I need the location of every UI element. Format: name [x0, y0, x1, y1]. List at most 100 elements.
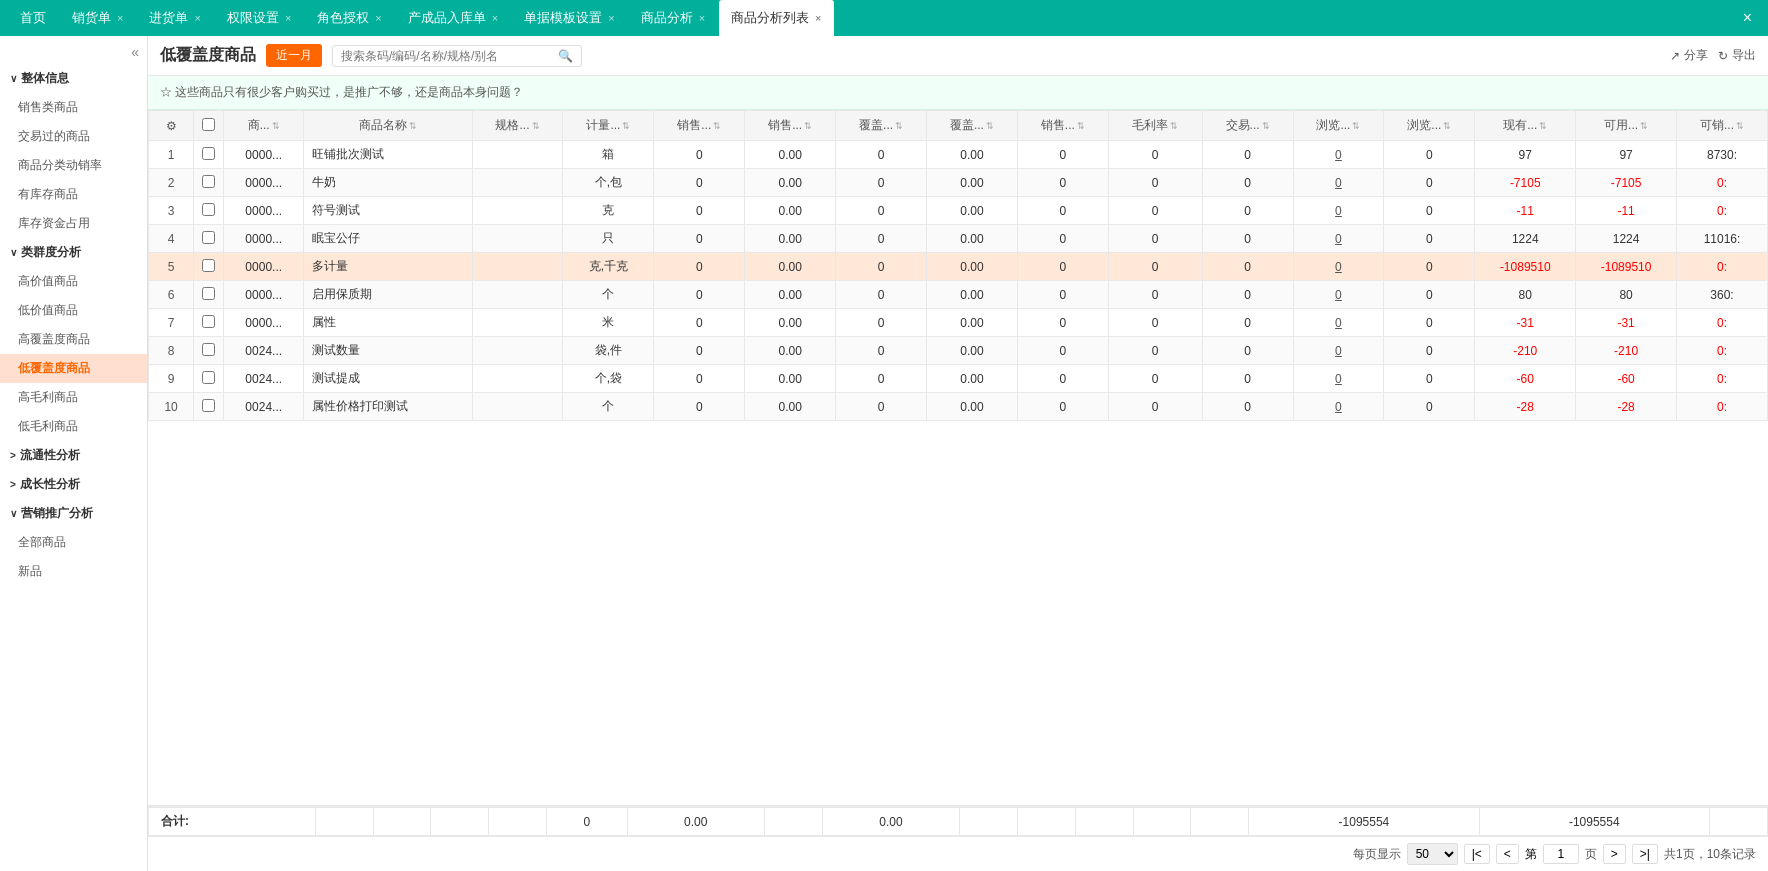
page-number-input[interactable] [1543, 844, 1579, 864]
nav-item-单据模板设置[interactable]: 单据模板设置× [512, 0, 626, 36]
col-unit[interactable]: 计量...⇅ [563, 111, 654, 141]
nav-close-icon[interactable]: × [194, 12, 200, 24]
nav-close-icon[interactable]: × [699, 12, 705, 24]
row-checkbox[interactable] [194, 169, 224, 197]
sidebar-collapse-btn[interactable]: « [0, 40, 147, 64]
row-browse1[interactable]: 0 [1293, 365, 1384, 393]
row-checkbox[interactable] [194, 309, 224, 337]
row-checkbox[interactable] [194, 281, 224, 309]
col-sales3[interactable]: 销售...⇅ [1017, 111, 1108, 141]
browse-link[interactable]: 0 [1335, 260, 1342, 274]
nav-close-icon[interactable]: × [815, 12, 821, 24]
sidebar-item-低价值商品[interactable]: 低价值商品 [0, 296, 147, 325]
row-checkbox[interactable] [194, 337, 224, 365]
col-saleable[interactable]: 可销...⇅ [1677, 111, 1768, 141]
row-select-checkbox[interactable] [202, 147, 215, 160]
sidebar-section-营销推广分析[interactable]: ∨营销推广分析 [0, 499, 147, 528]
nav-item-销货单[interactable]: 销货单× [60, 0, 135, 36]
row-select-checkbox[interactable] [202, 175, 215, 188]
row-browse1[interactable]: 0 [1293, 281, 1384, 309]
next-page-btn[interactable]: > [1603, 844, 1626, 864]
search-icon[interactable]: 🔍 [558, 49, 573, 63]
sidebar-section-成长性分析[interactable]: >成长性分析 [0, 470, 147, 499]
search-input[interactable] [341, 49, 558, 63]
col-sales2[interactable]: 销售...⇅ [745, 111, 836, 141]
browse-link[interactable]: 0 [1335, 204, 1342, 218]
col-margin[interactable]: 毛利率⇅ [1108, 111, 1202, 141]
sidebar-item-全部商品[interactable]: 全部商品 [0, 528, 147, 557]
first-page-btn[interactable]: |< [1464, 844, 1490, 864]
browse-link[interactable]: 0 [1335, 288, 1342, 302]
row-browse1[interactable]: 0 [1293, 337, 1384, 365]
col-settings[interactable]: ⚙ [149, 111, 194, 141]
col-available[interactable]: 可用...⇅ [1576, 111, 1677, 141]
row-browse1[interactable]: 0 [1293, 197, 1384, 225]
nav-close-all-btn[interactable]: × [1735, 9, 1760, 27]
nav-item-角色授权[interactable]: 角色授权× [305, 0, 393, 36]
browse-link[interactable]: 0 [1335, 344, 1342, 358]
browse-link[interactable]: 0 [1335, 316, 1342, 330]
time-filter-btn[interactable]: 近一月 [266, 44, 322, 67]
col-cover2[interactable]: 覆盖...⇅ [927, 111, 1018, 141]
last-page-btn[interactable]: >| [1632, 844, 1658, 864]
browse-link[interactable]: 0 [1335, 148, 1342, 162]
browse-link[interactable]: 0 [1335, 232, 1342, 246]
sidebar-item-高覆盖度商品[interactable]: 高覆盖度商品 [0, 325, 147, 354]
nav-close-icon[interactable]: × [608, 12, 614, 24]
row-select-checkbox[interactable] [202, 259, 215, 272]
nav-item-商品分析列表[interactable]: 商品分析列表× [719, 0, 833, 36]
browse-link[interactable]: 0 [1335, 372, 1342, 386]
row-select-checkbox[interactable] [202, 343, 215, 356]
sidebar-item-商品分类动销率[interactable]: 商品分类动销率 [0, 151, 147, 180]
select-all-checkbox[interactable] [202, 118, 215, 131]
row-checkbox[interactable] [194, 365, 224, 393]
sidebar-item-交易过的商品[interactable]: 交易过的商品 [0, 122, 147, 151]
col-browse1[interactable]: 浏览...⇅ [1293, 111, 1384, 141]
row-browse1[interactable]: 0 [1293, 309, 1384, 337]
row-select-checkbox[interactable] [202, 287, 215, 300]
sidebar-item-新品[interactable]: 新品 [0, 557, 147, 586]
share-btn[interactable]: ↗ 分享 [1670, 47, 1708, 64]
row-browse1[interactable]: 0 [1293, 225, 1384, 253]
row-checkbox[interactable] [194, 393, 224, 421]
sidebar-item-库存资金占用[interactable]: 库存资金占用 [0, 209, 147, 238]
row-checkbox[interactable] [194, 225, 224, 253]
browse-link[interactable]: 0 [1335, 176, 1342, 190]
nav-item-产成品入库单[interactable]: 产成品入库单× [396, 0, 510, 36]
nav-close-icon[interactable]: × [492, 12, 498, 24]
sidebar-section-类群度分析[interactable]: ∨类群度分析 [0, 238, 147, 267]
col-name[interactable]: 商品名称⇅ [304, 111, 472, 141]
col-trade[interactable]: 交易...⇅ [1202, 111, 1293, 141]
sidebar-item-有库存商品[interactable]: 有库存商品 [0, 180, 147, 209]
nav-close-icon[interactable]: × [285, 12, 291, 24]
row-checkbox[interactable] [194, 197, 224, 225]
row-select-checkbox[interactable] [202, 371, 215, 384]
col-spec[interactable]: 规格...⇅ [472, 111, 563, 141]
row-browse1[interactable]: 0 [1293, 141, 1384, 169]
prev-page-btn[interactable]: < [1496, 844, 1519, 864]
col-current[interactable]: 现有...⇅ [1475, 111, 1576, 141]
sidebar-section-流通性分析[interactable]: >流通性分析 [0, 441, 147, 470]
nav-item-商品分析[interactable]: 商品分析× [629, 0, 717, 36]
row-select-checkbox[interactable] [202, 203, 215, 216]
sidebar-item-低覆盖度商品[interactable]: 低覆盖度商品 [0, 354, 147, 383]
sidebar-item-高价值商品[interactable]: 高价值商品 [0, 267, 147, 296]
table-area[interactable]: ⚙ 商...⇅ 商品名称⇅ 规格...⇅ 计量...⇅ 销售...⇅ 销售...… [148, 110, 1768, 805]
nav-item-首页[interactable]: 首页 [8, 0, 58, 36]
sidebar-item-销售类商品[interactable]: 销售类商品 [0, 93, 147, 122]
export-btn[interactable]: ↻ 导出 [1718, 47, 1756, 64]
row-browse1[interactable]: 0 [1293, 393, 1384, 421]
row-select-checkbox[interactable] [202, 315, 215, 328]
row-checkbox[interactable] [194, 253, 224, 281]
sidebar-item-低毛利商品[interactable]: 低毛利商品 [0, 412, 147, 441]
page-size-select[interactable]: 50 10 20 100 [1407, 843, 1458, 865]
row-select-checkbox[interactable] [202, 399, 215, 412]
col-cover1[interactable]: 覆盖...⇅ [836, 111, 927, 141]
sidebar-item-高毛利商品[interactable]: 高毛利商品 [0, 383, 147, 412]
sidebar-section-整体信息[interactable]: ∨整体信息 [0, 64, 147, 93]
row-select-checkbox[interactable] [202, 231, 215, 244]
col-sales1[interactable]: 销售...⇅ [654, 111, 745, 141]
col-browse2[interactable]: 浏览...⇅ [1384, 111, 1475, 141]
row-browse1[interactable]: 0 [1293, 253, 1384, 281]
nav-item-权限设置[interactable]: 权限设置× [215, 0, 303, 36]
